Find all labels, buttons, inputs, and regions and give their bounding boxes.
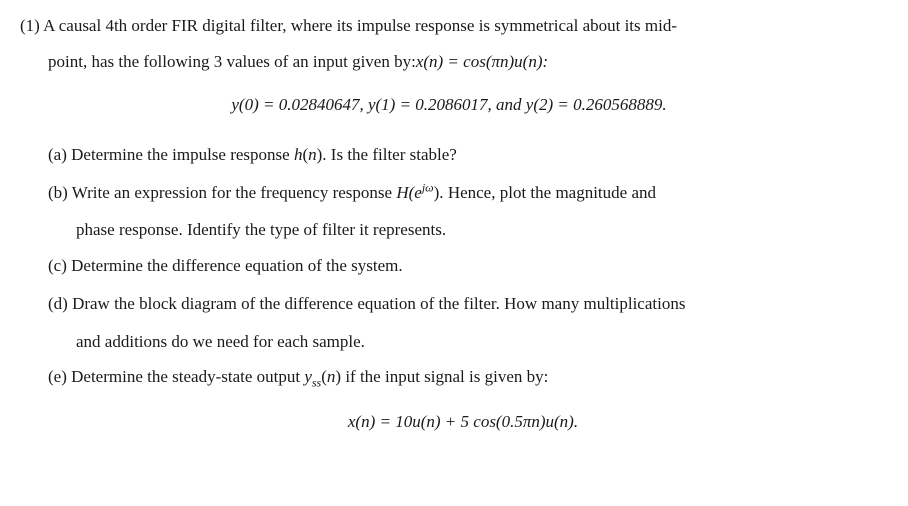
part-e: (e) Determine the steady-state output ys…	[48, 359, 878, 396]
yss-y: y	[304, 367, 312, 386]
subparts-container: (a) Determine the impulse response h(n).…	[20, 137, 878, 439]
part-d-text1: Draw the block diagram of the difference…	[72, 294, 685, 313]
part-b-label: (b)	[48, 183, 68, 202]
yss-arg: (n)	[321, 367, 341, 386]
input-equation: x(n) = cos(πn)u(n):	[416, 52, 548, 71]
problem-statement: (1) A causal 4th order FIR digital filte…	[20, 8, 878, 44]
part-c-text: Determine the difference equation of the…	[71, 256, 403, 275]
freq-response-exp: jω	[422, 180, 434, 194]
part-a: (a) Determine the impulse response h(n).…	[48, 137, 878, 173]
part-e-label: (e)	[48, 367, 67, 386]
part-b-text2: Hence, plot the magnitude and	[444, 183, 656, 202]
part-b-text1: Write an expression for the frequency re…	[72, 183, 397, 202]
part-a-label: (a)	[48, 145, 67, 164]
y-values-text: y(0) = 0.02840647, y(1) = 0.2086017, and…	[231, 95, 666, 114]
part-e-text2: if the input signal is given by:	[341, 367, 548, 386]
part-d: (d) Draw the block diagram of the differ…	[48, 286, 878, 322]
part-d-line2: and additions do we need for each sample…	[48, 324, 878, 360]
part-b: (b) Write an expression for the frequenc…	[48, 175, 878, 211]
problem-number: (1)	[20, 16, 40, 35]
part-b-line2: phase response. Identify the type of fil…	[48, 212, 878, 248]
part-e-text1: Determine the steady-state output	[71, 367, 304, 386]
yss-sub: ss	[312, 376, 321, 390]
y-values-equation: y(0) = 0.02840647, y(1) = 0.2086017, and…	[20, 87, 878, 123]
intro-continuation: point, has the following 3 values of an …	[20, 44, 878, 80]
intro-text-1: A causal 4th order FIR digital filter, w…	[43, 16, 677, 35]
part-b-text3: phase response. Identify the type of fil…	[76, 220, 446, 239]
part-c-label: (c)	[48, 256, 67, 275]
freq-response-H: H(e	[396, 183, 421, 202]
intro-text-2: point, has the following 3 values of an …	[48, 52, 416, 71]
part-c: (c) Determine the difference equation of…	[48, 248, 878, 284]
part-e-equation: x(n) = 10u(n) + 5 cos(0.5πn)u(n).	[48, 404, 878, 440]
part-e-eq-text: x(n) = 10u(n) + 5 cos(0.5πn)u(n).	[348, 412, 578, 431]
freq-response-close: ).	[434, 183, 444, 202]
part-d-label: (d)	[48, 294, 68, 313]
part-d-text2: and additions do we need for each sample…	[76, 332, 365, 351]
